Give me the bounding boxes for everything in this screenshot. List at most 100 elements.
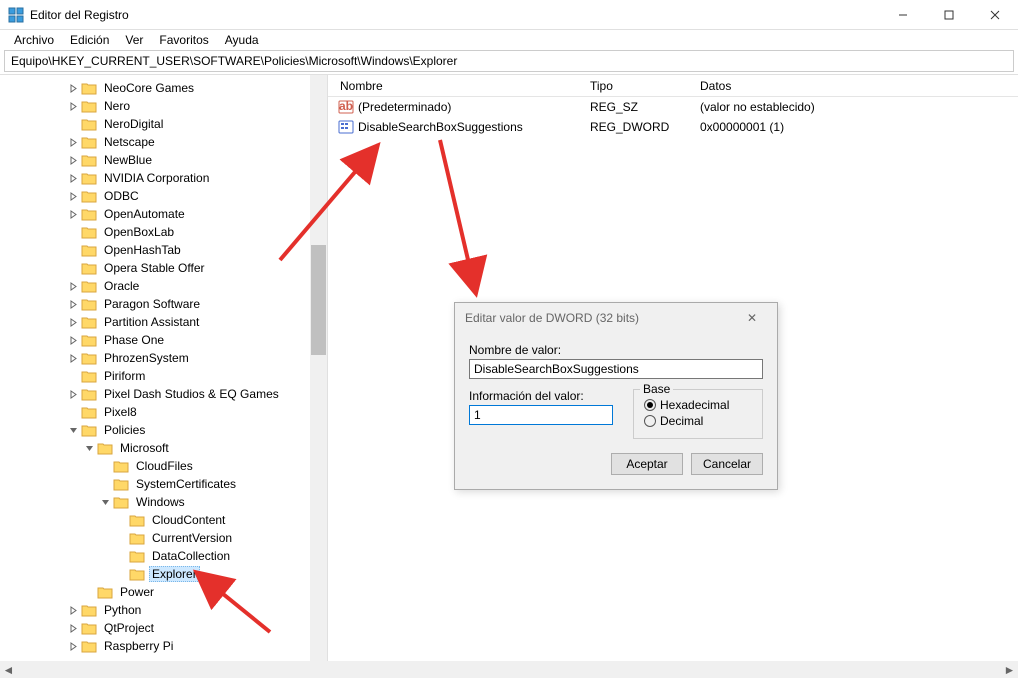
- tree-item[interactable]: CloudContent: [0, 511, 327, 529]
- tree-item[interactable]: DataCollection: [0, 547, 327, 565]
- expand-icon[interactable]: [68, 119, 79, 130]
- menu-favoritos[interactable]: Favoritos: [153, 31, 214, 49]
- expand-icon[interactable]: [100, 497, 111, 508]
- col-data[interactable]: Datos: [688, 79, 1018, 93]
- radio-hex-row[interactable]: Hexadecimal: [644, 398, 752, 412]
- tree-item[interactable]: Paragon Software: [0, 295, 327, 313]
- tree-item[interactable]: Power: [0, 583, 327, 601]
- expand-icon[interactable]: [68, 155, 79, 166]
- tree-item[interactable]: Raspberry Pi: [0, 637, 327, 655]
- value-name-label: Nombre de valor:: [469, 343, 763, 357]
- expand-icon[interactable]: [100, 479, 111, 490]
- expand-icon[interactable]: [100, 461, 111, 472]
- expand-icon[interactable]: [68, 371, 79, 382]
- menu-ver[interactable]: Ver: [119, 31, 149, 49]
- tree-item[interactable]: NewBlue: [0, 151, 327, 169]
- tree-item[interactable]: Netscape: [0, 133, 327, 151]
- tree-item[interactable]: Explorer: [0, 565, 327, 583]
- radio-dec-row[interactable]: Decimal: [644, 414, 752, 428]
- menu-archivo[interactable]: Archivo: [8, 31, 60, 49]
- tree-item-label: SystemCertificates: [133, 477, 239, 491]
- menu-edicion[interactable]: Edición: [64, 31, 115, 49]
- expand-icon[interactable]: [68, 299, 79, 310]
- tree-item[interactable]: Oracle: [0, 277, 327, 295]
- radio-hex[interactable]: [644, 399, 656, 411]
- value-row[interactable]: ab(Predeterminado)REG_SZ(valor no establ…: [328, 97, 1018, 117]
- expand-icon[interactable]: [68, 245, 79, 256]
- expand-icon[interactable]: [68, 137, 79, 148]
- expand-icon[interactable]: [84, 587, 95, 598]
- expand-icon[interactable]: [68, 191, 79, 202]
- expand-icon[interactable]: [116, 569, 127, 580]
- expand-icon[interactable]: [68, 335, 79, 346]
- tree-item[interactable]: PhrozenSystem: [0, 349, 327, 367]
- col-name[interactable]: Nombre: [328, 79, 578, 93]
- tree-item[interactable]: QtProject: [0, 619, 327, 637]
- expand-icon[interactable]: [68, 407, 79, 418]
- expand-icon[interactable]: [68, 425, 79, 436]
- radio-dec[interactable]: [644, 415, 656, 427]
- close-button[interactable]: [972, 0, 1018, 30]
- ok-button[interactable]: Aceptar: [611, 453, 683, 475]
- tree-item[interactable]: NeroDigital: [0, 115, 327, 133]
- expand-icon[interactable]: [84, 443, 95, 454]
- tree-item[interactable]: OpenBoxLab: [0, 223, 327, 241]
- tree[interactable]: NeoCore GamesNeroNeroDigitalNetscapeNewB…: [0, 75, 327, 659]
- tree-item[interactable]: OpenAutomate: [0, 205, 327, 223]
- tree-item[interactable]: Opera Stable Offer: [0, 259, 327, 277]
- tree-item[interactable]: Pixel Dash Studios & EQ Games: [0, 385, 327, 403]
- expand-icon[interactable]: [68, 101, 79, 112]
- dialog-close-button[interactable]: ✕: [737, 311, 767, 325]
- tree-item[interactable]: OpenHashTab: [0, 241, 327, 259]
- value-name-input[interactable]: [469, 359, 763, 379]
- bottom-scrollbar[interactable]: ◄ ►: [0, 661, 1018, 678]
- tree-item[interactable]: ODBC: [0, 187, 327, 205]
- expand-icon[interactable]: [68, 281, 79, 292]
- minimize-button[interactable]: [880, 0, 926, 30]
- tree-item[interactable]: Policies: [0, 421, 327, 439]
- tree-item[interactable]: Partition Assistant: [0, 313, 327, 331]
- menu-ayuda[interactable]: Ayuda: [219, 31, 265, 49]
- tree-item[interactable]: Windows: [0, 493, 327, 511]
- expand-icon[interactable]: [68, 641, 79, 652]
- tree-item[interactable]: Piriform: [0, 367, 327, 385]
- folder-icon: [81, 622, 97, 635]
- expand-icon[interactable]: [68, 353, 79, 364]
- maximize-button[interactable]: [926, 0, 972, 30]
- tree-item[interactable]: SystemCertificates: [0, 475, 327, 493]
- scroll-right-icon[interactable]: ►: [1001, 661, 1018, 678]
- tree-item[interactable]: NVIDIA Corporation: [0, 169, 327, 187]
- dialog-titlebar[interactable]: Editar valor de DWORD (32 bits) ✕: [455, 303, 777, 333]
- expand-icon[interactable]: [68, 173, 79, 184]
- col-type[interactable]: Tipo: [578, 79, 688, 93]
- expand-icon[interactable]: [68, 227, 79, 238]
- address-bar[interactable]: Equipo\HKEY_CURRENT_USER\SOFTWARE\Polici…: [4, 50, 1014, 72]
- values-list: ab(Predeterminado)REG_SZ(valor no establ…: [328, 97, 1018, 137]
- tree-scrollbar[interactable]: [310, 75, 327, 674]
- value-row[interactable]: DisableSearchBoxSuggestionsREG_DWORD0x00…: [328, 117, 1018, 137]
- tree-item[interactable]: Pixel8: [0, 403, 327, 421]
- cancel-button[interactable]: Cancelar: [691, 453, 763, 475]
- tree-item[interactable]: CurrentVersion: [0, 529, 327, 547]
- tree-item[interactable]: Python: [0, 601, 327, 619]
- expand-icon[interactable]: [68, 83, 79, 94]
- expand-icon[interactable]: [68, 605, 79, 616]
- expand-icon[interactable]: [68, 623, 79, 634]
- tree-item[interactable]: Nero: [0, 97, 327, 115]
- tree-item[interactable]: NeoCore Games: [0, 79, 327, 97]
- expand-icon[interactable]: [68, 389, 79, 400]
- tree-item[interactable]: Microsoft: [0, 439, 327, 457]
- expand-icon[interactable]: [68, 209, 79, 220]
- scroll-left-icon[interactable]: ◄: [0, 661, 17, 678]
- tree-item-label: PhrozenSystem: [101, 351, 192, 365]
- tree-scroll-thumb[interactable]: [311, 245, 326, 355]
- tree-item[interactable]: Phase One: [0, 331, 327, 349]
- expand-icon[interactable]: [68, 263, 79, 274]
- tree-item[interactable]: CloudFiles: [0, 457, 327, 475]
- expand-icon[interactable]: [116, 533, 127, 544]
- expand-icon[interactable]: [116, 515, 127, 526]
- expand-icon[interactable]: [116, 551, 127, 562]
- folder-icon: [81, 136, 97, 149]
- expand-icon[interactable]: [68, 317, 79, 328]
- value-data-input[interactable]: [469, 405, 613, 425]
